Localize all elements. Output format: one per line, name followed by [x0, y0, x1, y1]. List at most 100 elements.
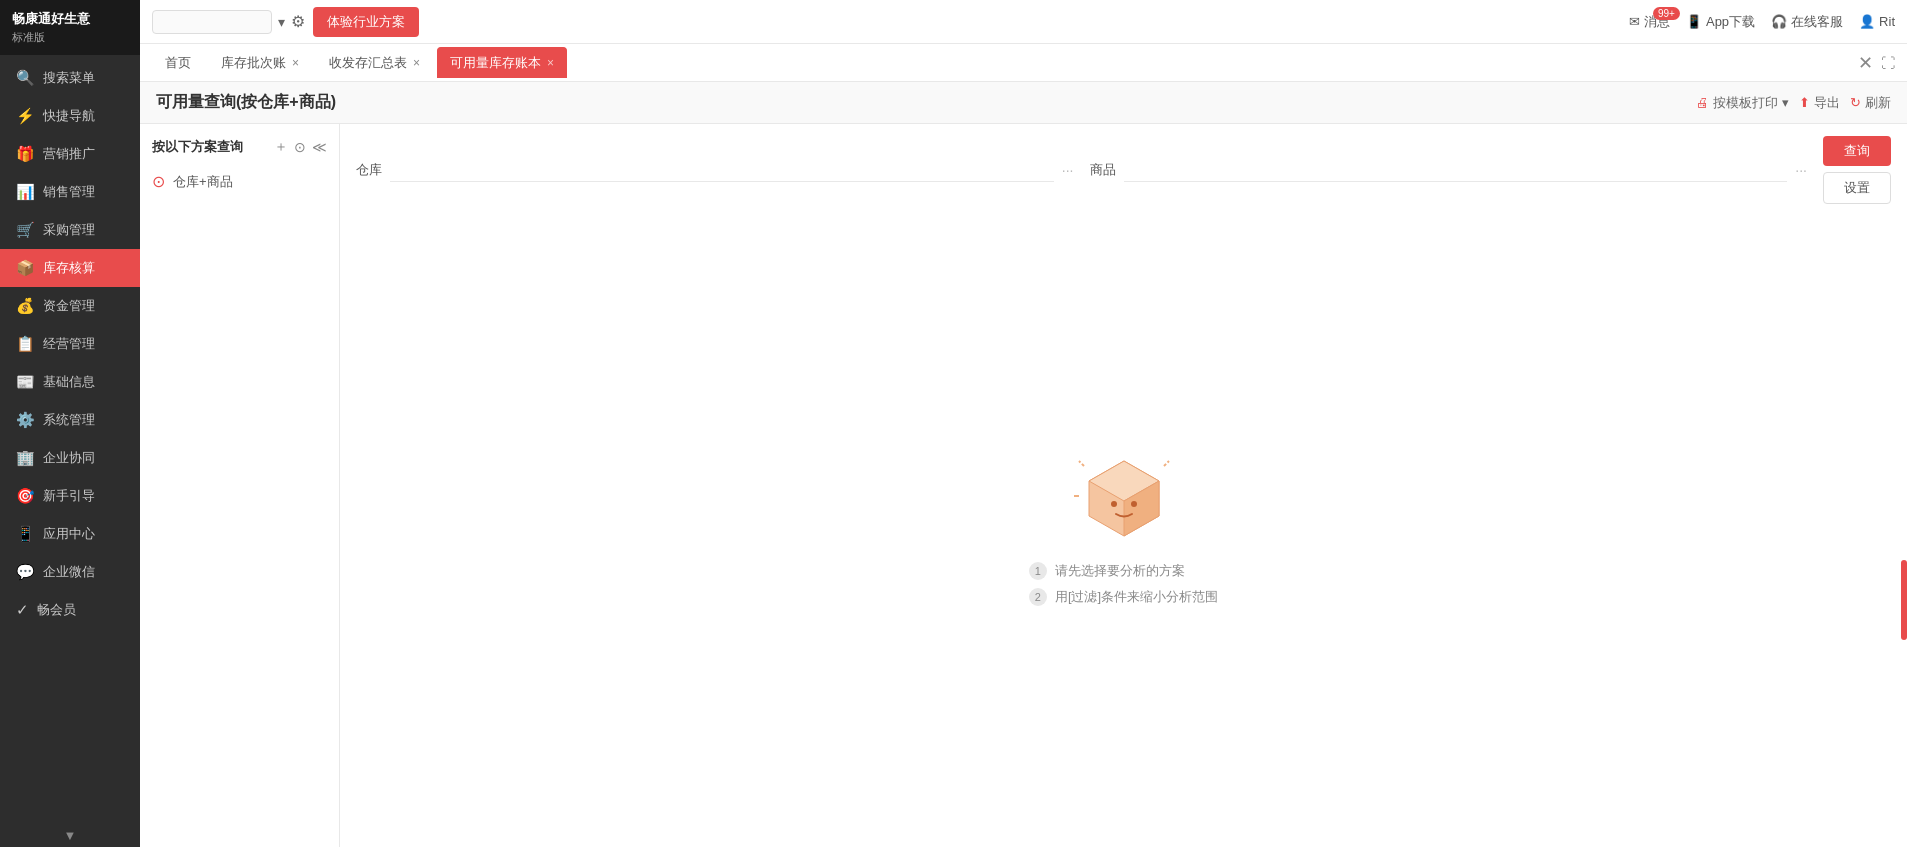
tab-0[interactable]: 首页: [152, 47, 204, 78]
empty-tip-2: 2 用[过滤]条件来缩小分析范围: [1029, 588, 1218, 606]
sidebar-scroll-down[interactable]: ▼: [0, 824, 140, 847]
main-content: ▾ ⚙ 体验行业方案 ✉ 消息 99+ 📱 App下载 🎧 在线客服 👤 Rit: [140, 0, 1907, 847]
tab-1[interactable]: 库存批次账×: [208, 47, 312, 78]
sidebar-item-search[interactable]: 🔍 搜索菜单: [0, 59, 140, 97]
print-btn[interactable]: 🖨 按模板打印 ▾: [1696, 94, 1789, 112]
sidebar-item-inventory[interactable]: 📦库存核算: [0, 249, 140, 287]
sidebar-item-app-center[interactable]: 📱应用中心: [0, 515, 140, 553]
refresh-label: 刷新: [1865, 94, 1891, 112]
topbar-app-download[interactable]: 📱 App下载: [1686, 13, 1755, 31]
user-name: Rit: [1879, 14, 1895, 29]
empty-tip-1: 1 请先选择要分析的方案: [1029, 562, 1218, 580]
tabs-bar: 首页库存批次账×收发存汇总表× 可用量库存账本 × ✕ ⛶: [140, 44, 1907, 82]
nav-label-enterprise: 企业协同: [43, 449, 95, 467]
empty-illustration: [1074, 446, 1174, 546]
scheme-icon: ⊙: [152, 172, 165, 191]
sidebar-item-system[interactable]: ⚙️系统管理: [0, 401, 140, 439]
add-scheme-btn[interactable]: ＋: [274, 138, 288, 156]
product-field: 商品 ···: [1090, 158, 1808, 182]
tabs-right: ✕ ⛶: [1858, 52, 1895, 74]
svg-point-4: [1131, 501, 1137, 507]
sidebar-item-enterprise[interactable]: 🏢企业协同: [0, 439, 140, 477]
topbar-gear-btn[interactable]: ⚙: [291, 12, 305, 31]
empty-state: 1 请先选择要分析的方案 2 用[过滤]条件来缩小分析范围: [356, 216, 1891, 835]
sidebar-item-sales[interactable]: 📊 销售管理: [0, 173, 140, 211]
nav-label-operations: 经营管理: [43, 335, 95, 353]
nav-label-app-center: 应用中心: [43, 525, 95, 543]
nav-label-onboarding: 新手引导: [43, 487, 95, 505]
sidebar-item-quick-nav[interactable]: ⚡快捷导航: [0, 97, 140, 135]
tab-label-3: 可用量库存账本: [450, 54, 541, 72]
topbar-dropdown-btn[interactable]: ▾: [278, 14, 285, 30]
topbar-msg[interactable]: ✉ 消息 99+: [1629, 13, 1670, 31]
warehouse-more-btn[interactable]: ···: [1062, 162, 1074, 178]
filter-header-actions: ＋ ⊙ ≪: [274, 138, 327, 156]
brand-name: 畅康通好生意: [12, 10, 128, 28]
page-title: 可用量查询(按仓库+商品): [156, 92, 336, 113]
solution-btn[interactable]: 体验行业方案: [313, 7, 419, 37]
nav-label-sales: 销售管理: [43, 183, 95, 201]
sidebar-item-wechat[interactable]: 💬企业微信: [0, 553, 140, 591]
topbar-search-input[interactable]: [152, 10, 272, 34]
product-more-btn[interactable]: ···: [1795, 162, 1807, 178]
sidebar-item-basic-info[interactable]: 📰基础信息: [0, 363, 140, 401]
filter-title: 按以下方案查询: [152, 138, 243, 156]
nav-label-system: 系统管理: [43, 411, 95, 429]
app-label: App下载: [1706, 13, 1755, 31]
export-btn[interactable]: ⬆ 导出: [1799, 94, 1840, 112]
tab-3[interactable]: 可用量库存账本 ×: [437, 47, 567, 78]
sidebar-header: 畅康通好生意 标准版: [0, 0, 140, 55]
close-tab-btn[interactable]: ✕: [1858, 52, 1873, 74]
print-label: 按模板打印: [1713, 94, 1778, 112]
nav-icon-sales: 📊: [16, 183, 35, 201]
nav-icon-quick-nav: ⚡: [16, 107, 35, 125]
filter-scheme-item[interactable]: ⊙ 仓库+商品: [140, 164, 339, 199]
sidebar-nav: 🔍 搜索菜单 ⚡快捷导航 🎁 营销推广 📊 销售管理 🛒采购管理📦库存核算💰资金管理 📋 经营管理…: [0, 55, 140, 824]
query-panel: 仓库 ··· 商品 ··· 查询 设置: [340, 124, 1907, 847]
filter-header: 按以下方案查询 ＋ ⊙ ≪: [140, 134, 339, 164]
nav-icon-operations: 📋: [16, 335, 35, 353]
tab-2[interactable]: 收发存汇总表×: [316, 47, 433, 78]
nav-label-finance: 资金管理: [43, 297, 95, 315]
settings-btn[interactable]: 设置: [1823, 172, 1891, 204]
topbar-user[interactable]: 👤 Rit: [1859, 14, 1895, 29]
scheme-label: 仓库+商品: [173, 173, 233, 191]
sidebar-item-vip[interactable]: ✓畅会员: [0, 591, 140, 629]
tab-close-2[interactable]: ×: [413, 56, 420, 70]
collapse-panel-btn[interactable]: ≪: [312, 138, 327, 156]
nav-label-marketing: 营销推广: [43, 145, 95, 163]
warehouse-input[interactable]: [390, 158, 1054, 182]
settings-scheme-btn[interactable]: ⊙: [294, 138, 306, 156]
sidebar-item-finance[interactable]: 💰资金管理: [0, 287, 140, 325]
sidebar-item-onboarding[interactable]: 🎯 新手引导: [0, 477, 140, 515]
print-dropdown-icon: ▾: [1782, 95, 1789, 110]
nav-icon-inventory: 📦: [16, 259, 35, 277]
nav-icon-search: 🔍: [16, 69, 35, 87]
sidebar-item-marketing[interactable]: 🎁 营销推广: [0, 135, 140, 173]
refresh-btn[interactable]: ↻ 刷新: [1850, 94, 1891, 112]
msg-badge: 99+: [1653, 7, 1680, 20]
sidebar-item-operations[interactable]: 📋 经营管理: [0, 325, 140, 363]
sidebar-item-purchase[interactable]: 🛒采购管理: [0, 211, 140, 249]
nav-label-purchase: 采购管理: [43, 221, 95, 239]
product-input[interactable]: [1124, 158, 1788, 182]
export-icon: ⬆: [1799, 95, 1810, 110]
tab-close-1[interactable]: ×: [292, 56, 299, 70]
sidebar: 畅康通好生意 标准版 🔍 搜索菜单 ⚡快捷导航 🎁 营销推广 📊 销售管理 🛒采购管理📦库存核…: [0, 0, 140, 847]
warehouse-field: 仓库 ···: [356, 158, 1074, 182]
query-btn[interactable]: 查询: [1823, 136, 1891, 166]
tip2-text: 用[过滤]条件来缩小分析范围: [1055, 588, 1218, 606]
product-label: 商品: [1090, 161, 1116, 179]
nav-label-search: 搜索菜单: [43, 69, 95, 87]
tab-label-0: 首页: [165, 54, 191, 72]
nav-icon-vip: ✓: [16, 601, 29, 619]
nav-icon-marketing: 🎁: [16, 145, 35, 163]
right-scrollbar[interactable]: [1901, 560, 1907, 640]
service-label: 在线客服: [1791, 13, 1843, 31]
empty-tips: 1 请先选择要分析的方案 2 用[过滤]条件来缩小分析范围: [1029, 562, 1218, 606]
topbar-online-service[interactable]: 🎧 在线客服: [1771, 13, 1843, 31]
expand-btn[interactable]: ⛶: [1881, 55, 1895, 71]
nav-label-wechat: 企业微信: [43, 563, 95, 581]
tab-close-3[interactable]: ×: [547, 56, 554, 70]
nav-icon-onboarding: 🎯: [16, 487, 35, 505]
